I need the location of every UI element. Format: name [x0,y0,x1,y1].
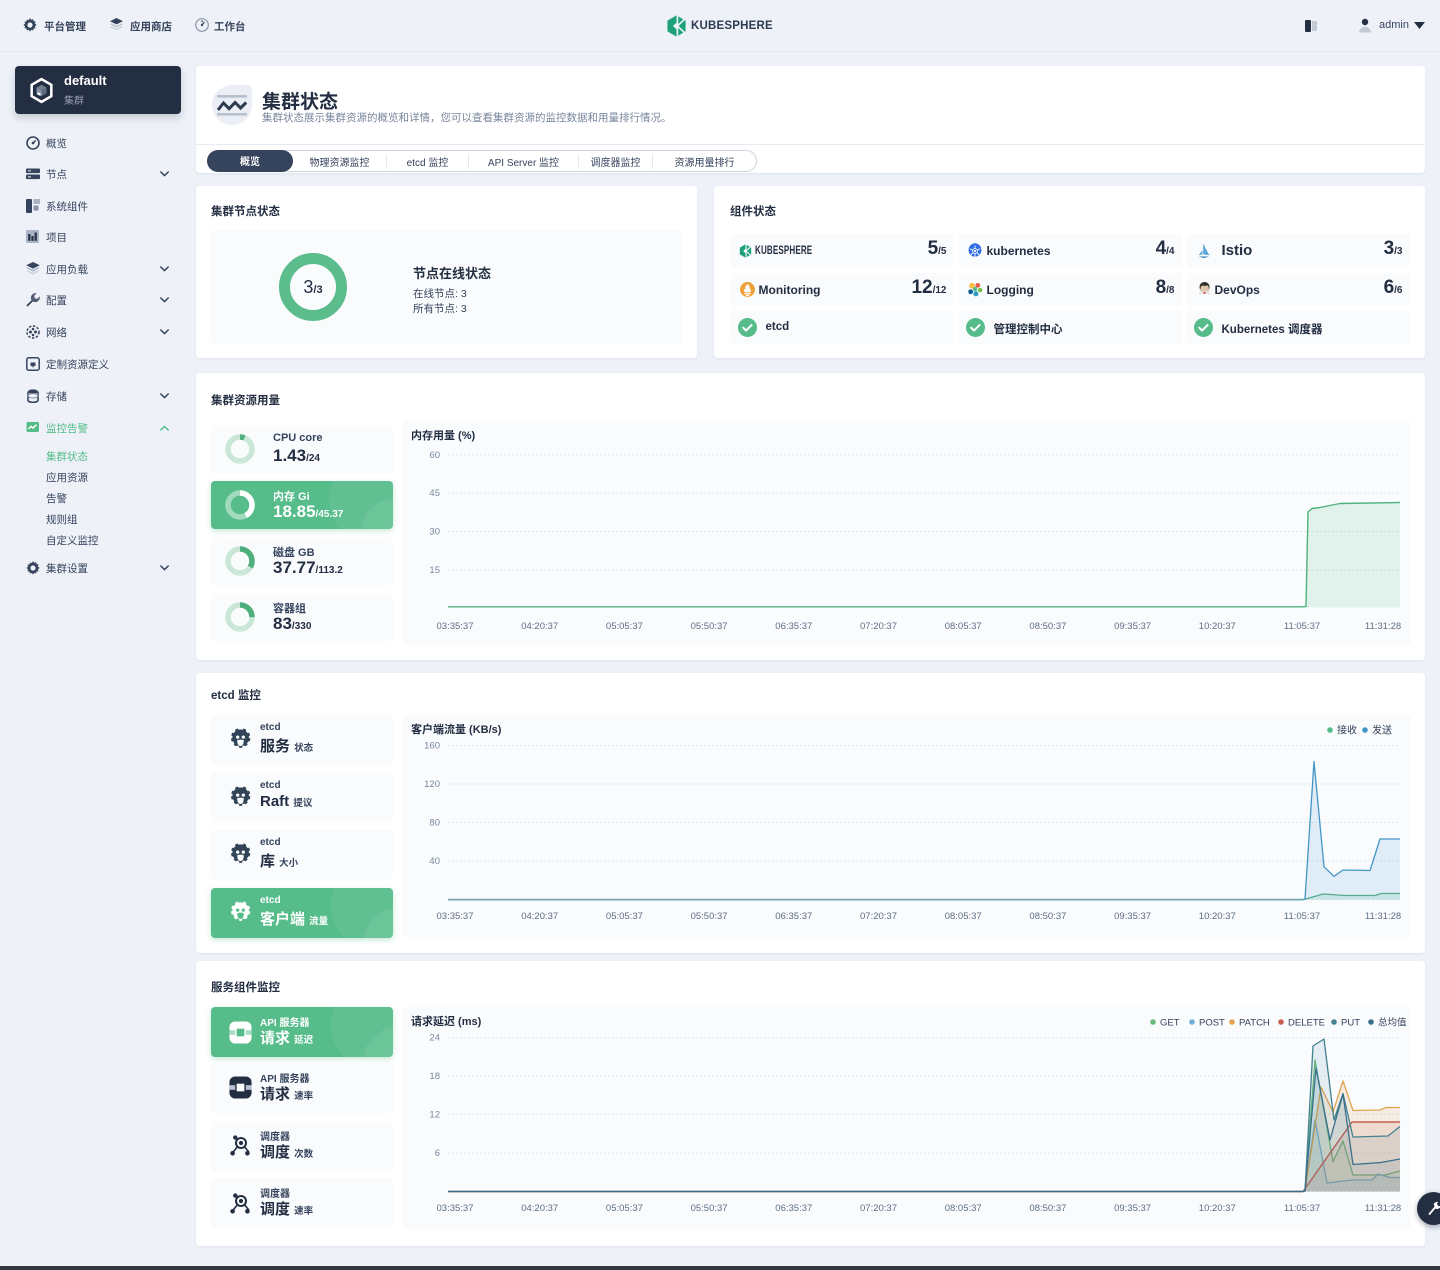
svg-text:06:35:37: 06:35:37 [775,621,812,632]
svg-text:06:35:37: 06:35:37 [775,911,812,922]
svg-text:08:05:37: 08:05:37 [945,1203,982,1214]
svg-text:11:31:28: 11:31:28 [1365,621,1401,632]
svg-text:120: 120 [424,779,440,790]
svg-text:45: 45 [429,488,440,499]
svg-text:接收: 接收 [1337,724,1357,737]
svg-text:08:50:37: 08:50:37 [1029,1203,1066,1214]
svg-text:15: 15 [429,565,440,576]
svg-text:04:20:37: 04:20:37 [521,911,558,922]
svg-text:总均值: 总均值 [1378,1017,1407,1029]
svg-text:09:35:37: 09:35:37 [1114,1203,1151,1214]
svg-text:05:05:37: 05:05:37 [606,1203,643,1214]
svg-text:09:35:37: 09:35:37 [1114,911,1151,922]
svg-text:10:20:37: 10:20:37 [1199,911,1236,922]
svg-text:05:50:37: 05:50:37 [691,911,728,922]
svg-text:24: 24 [429,1033,440,1044]
svg-text:18: 18 [429,1071,440,1082]
svg-text:40: 40 [429,856,440,867]
svg-text:08:50:37: 08:50:37 [1029,911,1066,922]
svg-text:60: 60 [429,450,440,461]
svg-text:03:35:37: 03:35:37 [437,1203,474,1214]
svg-text:07:20:37: 07:20:37 [860,1203,897,1214]
svg-text:07:20:37: 07:20:37 [860,621,897,632]
svg-text:07:20:37: 07:20:37 [860,911,897,922]
svg-text:内存用量 (%): 内存用量 (%) [411,428,475,442]
svg-text:10:20:37: 10:20:37 [1199,621,1236,632]
svg-text:PATCH: PATCH [1239,1018,1270,1029]
svg-text:80: 80 [429,818,440,829]
svg-text:08:50:37: 08:50:37 [1029,621,1066,632]
svg-text:客户端流量 (KB/s): 客户端流量 (KB/s) [411,722,502,736]
svg-text:GET: GET [1160,1018,1180,1029]
svg-text:03:35:37: 03:35:37 [437,911,474,922]
svg-text:06:35:37: 06:35:37 [775,1203,812,1214]
svg-text:POST: POST [1199,1018,1225,1029]
svg-text:11:05:37: 11:05:37 [1284,1203,1320,1214]
svg-text:160: 160 [424,741,440,752]
svg-text:11:05:37: 11:05:37 [1284,911,1320,922]
svg-text:05:50:37: 05:50:37 [691,621,728,632]
svg-text:30: 30 [429,527,440,538]
svg-text:08:05:37: 08:05:37 [945,911,982,922]
svg-text:05:05:37: 05:05:37 [606,911,643,922]
svg-text:09:35:37: 09:35:37 [1114,621,1151,632]
svg-text:PUT: PUT [1341,1018,1360,1029]
svg-text:6: 6 [435,1148,440,1159]
svg-text:04:20:37: 04:20:37 [521,1203,558,1214]
svg-text:03:35:37: 03:35:37 [437,621,474,632]
svg-text:11:05:37: 11:05:37 [1284,621,1320,632]
svg-text:发送: 发送 [1372,724,1392,737]
svg-text:12: 12 [429,1110,440,1121]
svg-text:11:31:28: 11:31:28 [1365,911,1401,922]
svg-text:05:50:37: 05:50:37 [691,1203,728,1214]
svg-text:04:20:37: 04:20:37 [521,621,558,632]
svg-text:10:20:37: 10:20:37 [1199,1203,1236,1214]
svg-text:11:31:28: 11:31:28 [1365,1203,1401,1214]
svg-text:请求延迟 (ms): 请求延迟 (ms) [411,1014,482,1028]
svg-text:08:05:37: 08:05:37 [945,621,982,632]
svg-text:DELETE: DELETE [1288,1018,1325,1029]
svg-text:05:05:37: 05:05:37 [606,621,643,632]
